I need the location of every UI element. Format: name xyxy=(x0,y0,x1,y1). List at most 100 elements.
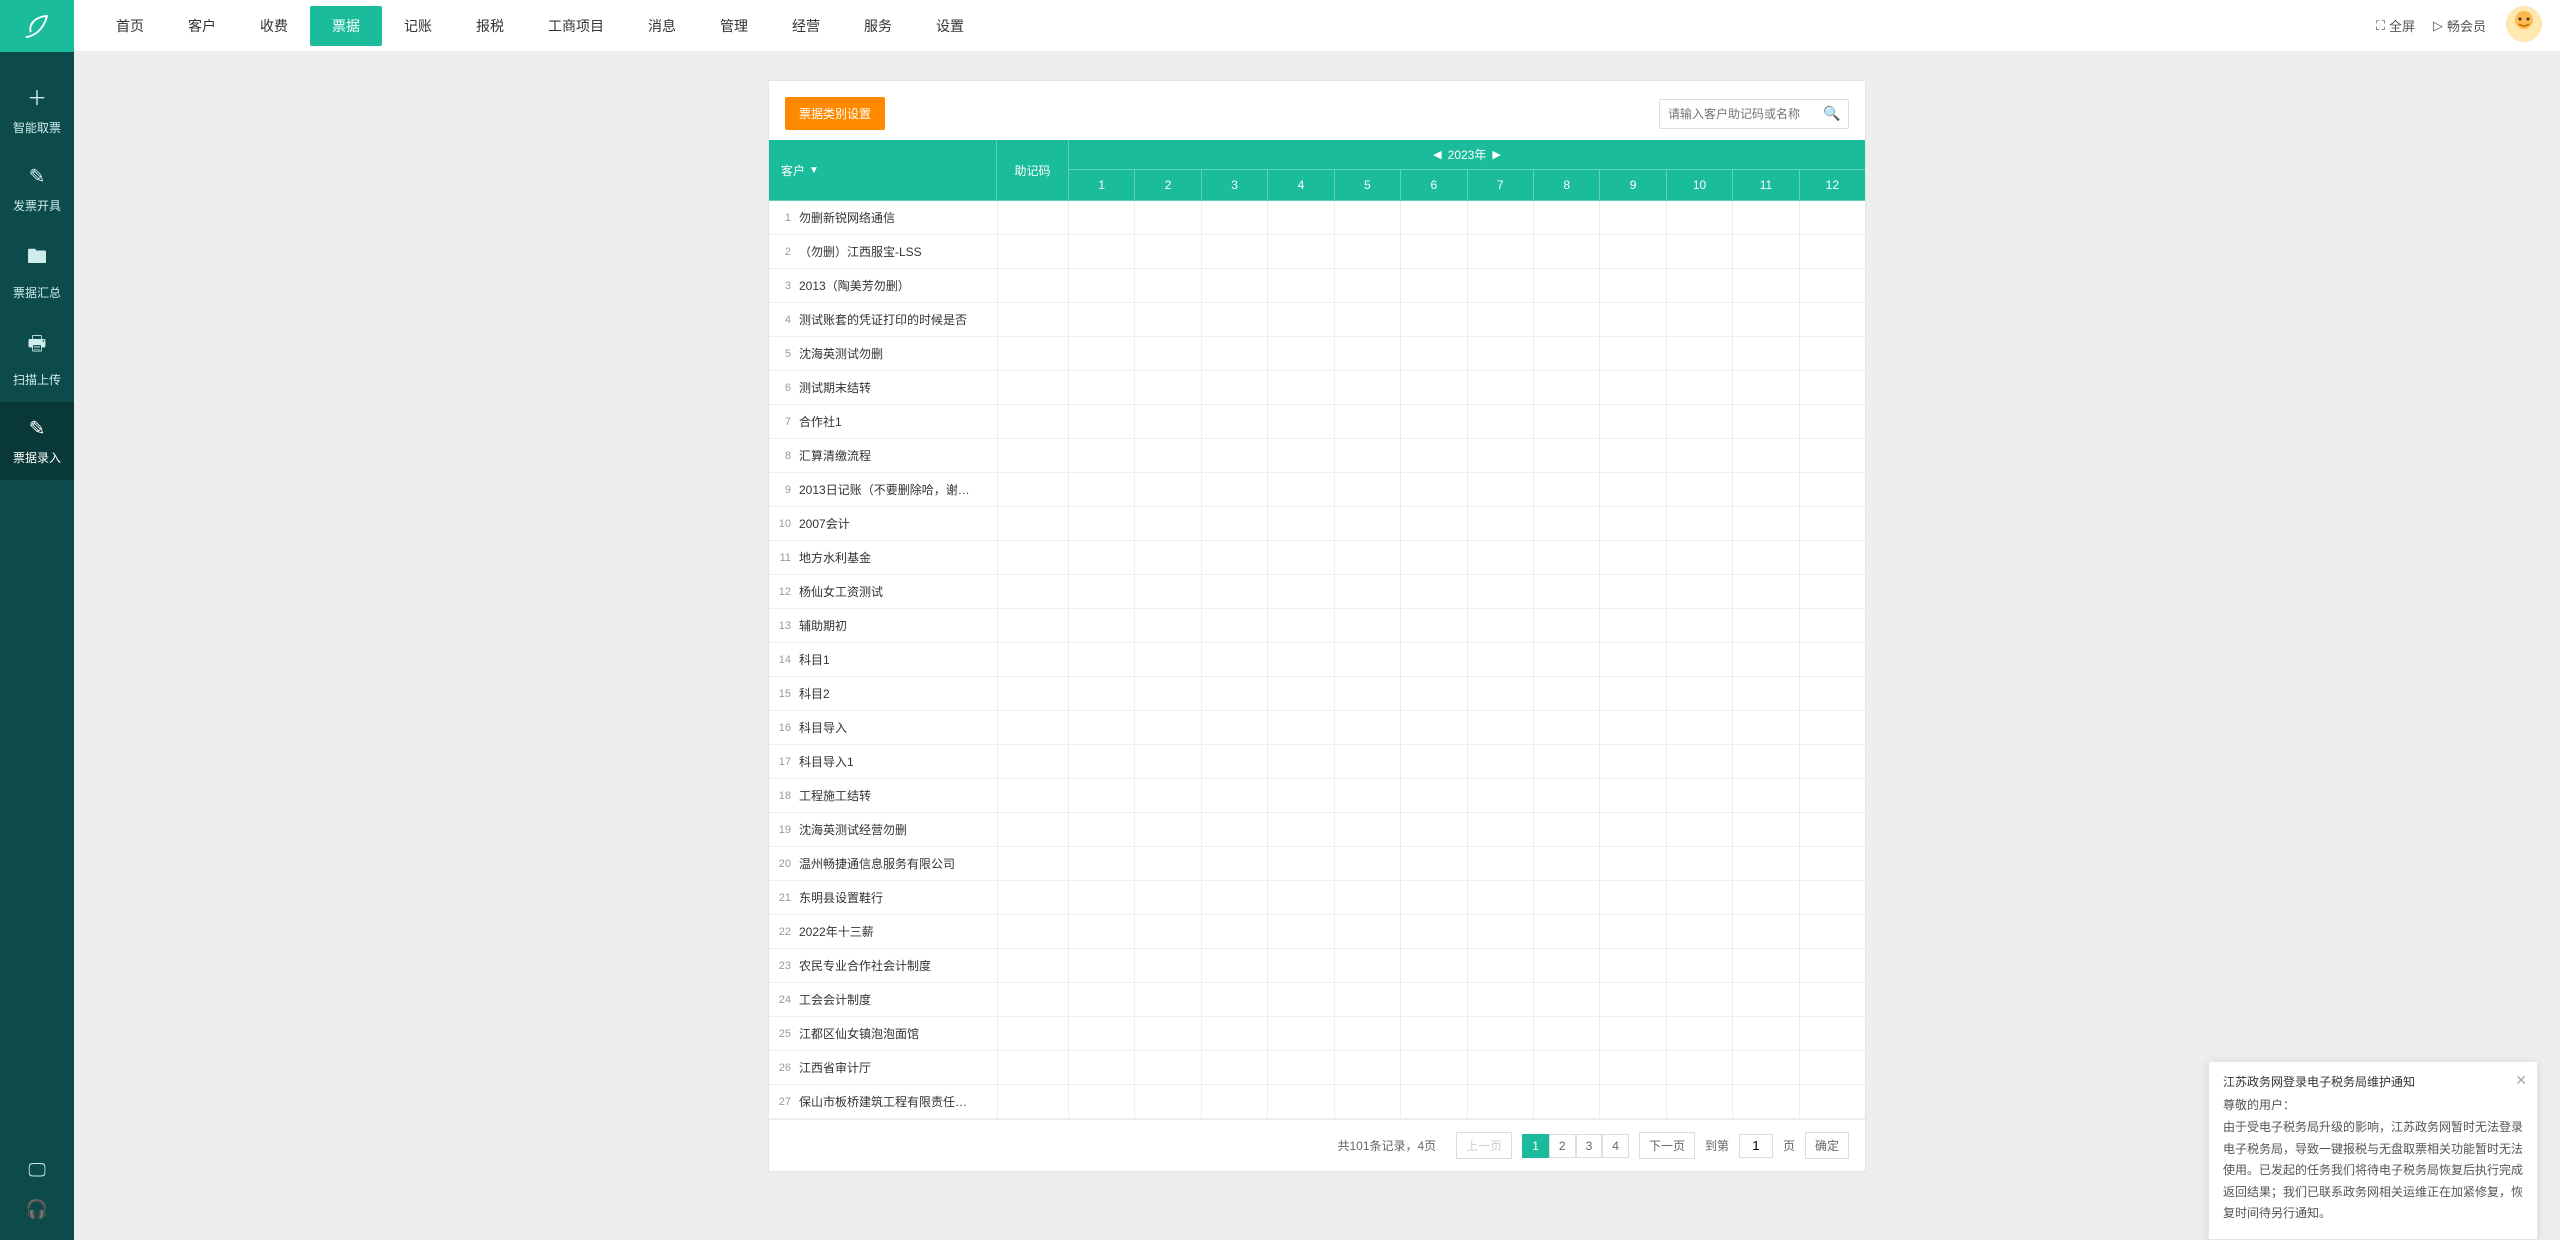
month-cell[interactable] xyxy=(1135,235,1201,268)
month-cell[interactable] xyxy=(1069,575,1135,608)
month-cell[interactable] xyxy=(1600,507,1666,540)
month-cell[interactable] xyxy=(1534,643,1600,676)
month-cell[interactable] xyxy=(1800,949,1865,982)
avatar[interactable] xyxy=(2504,4,2544,47)
month-cell[interactable] xyxy=(1534,371,1600,404)
month-cell[interactable] xyxy=(1468,337,1534,370)
month-cell[interactable] xyxy=(1534,949,1600,982)
month-cell[interactable] xyxy=(1268,1051,1334,1084)
month-cell[interactable] xyxy=(1667,711,1733,744)
month-cell[interactable] xyxy=(1667,473,1733,506)
month-cell[interactable] xyxy=(1733,711,1799,744)
month-cell[interactable] xyxy=(1468,473,1534,506)
month-cell[interactable] xyxy=(1135,337,1201,370)
customer-name-cell[interactable]: 测试账套的凭证打印的时候是否 xyxy=(795,311,997,328)
month-cell[interactable] xyxy=(1733,1085,1799,1118)
month-cell[interactable] xyxy=(1069,201,1135,234)
month-cell[interactable] xyxy=(1534,303,1600,336)
month-cell[interactable] xyxy=(1202,473,1268,506)
month-cell[interactable] xyxy=(1202,779,1268,812)
month-cell[interactable] xyxy=(1069,983,1135,1016)
month-cell[interactable] xyxy=(1733,779,1799,812)
nav-item-0[interactable]: 首页 xyxy=(94,6,166,46)
month-cell[interactable] xyxy=(1534,677,1600,710)
month-cell[interactable] xyxy=(1069,711,1135,744)
month-cell[interactable] xyxy=(1135,303,1201,336)
month-cell[interactable] xyxy=(1600,915,1666,948)
month-cell[interactable] xyxy=(1202,813,1268,846)
month-cell[interactable] xyxy=(1268,643,1334,676)
month-cell[interactable] xyxy=(1335,643,1401,676)
month-cell[interactable] xyxy=(1600,201,1666,234)
month-cell[interactable] xyxy=(1534,337,1600,370)
month-cell[interactable] xyxy=(1335,371,1401,404)
month-cell[interactable] xyxy=(1335,677,1401,710)
nav-item-11[interactable]: 设置 xyxy=(914,6,986,46)
month-cell[interactable] xyxy=(1667,541,1733,574)
page-next-button[interactable]: 下一页 xyxy=(1639,1132,1695,1159)
month-cell[interactable] xyxy=(1468,541,1534,574)
monitor-icon[interactable]: 🖵 xyxy=(28,1160,45,1181)
month-cell[interactable] xyxy=(1600,677,1666,710)
month-cell[interactable] xyxy=(1733,405,1799,438)
month-col-11[interactable]: 11 xyxy=(1733,170,1799,200)
page-number-3[interactable]: 3 xyxy=(1576,1134,1603,1158)
month-cell[interactable] xyxy=(1600,473,1666,506)
month-cell[interactable] xyxy=(1135,473,1201,506)
month-cell[interactable] xyxy=(1069,439,1135,472)
month-cell[interactable] xyxy=(1468,813,1534,846)
month-cell[interactable] xyxy=(1733,643,1799,676)
page-number-4[interactable]: 4 xyxy=(1602,1134,1629,1158)
month-cell[interactable] xyxy=(1335,235,1401,268)
month-cell[interactable] xyxy=(1202,745,1268,778)
month-cell[interactable] xyxy=(1667,201,1733,234)
month-cell[interactable] xyxy=(1800,847,1865,880)
month-cell[interactable] xyxy=(1534,575,1600,608)
month-cell[interactable] xyxy=(1202,235,1268,268)
month-cell[interactable] xyxy=(1800,541,1865,574)
month-col-1[interactable]: 1 xyxy=(1069,170,1135,200)
month-cell[interactable] xyxy=(1069,643,1135,676)
month-cell[interactable] xyxy=(1733,1051,1799,1084)
month-cell[interactable] xyxy=(1800,643,1865,676)
month-col-10[interactable]: 10 xyxy=(1667,170,1733,200)
customer-name-cell[interactable]: 2022年十三薪 xyxy=(795,923,997,940)
month-cell[interactable] xyxy=(1733,269,1799,302)
month-cell[interactable] xyxy=(1800,609,1865,642)
month-cell[interactable] xyxy=(1667,507,1733,540)
month-cell[interactable] xyxy=(1268,1085,1334,1118)
month-cell[interactable] xyxy=(1733,201,1799,234)
month-cell[interactable] xyxy=(1135,1085,1201,1118)
month-cell[interactable] xyxy=(1202,881,1268,914)
customer-name-cell[interactable]: 江西省审计厅 xyxy=(795,1059,997,1076)
month-cell[interactable] xyxy=(1534,201,1600,234)
nav-item-6[interactable]: 工商项目 xyxy=(526,6,626,46)
month-cell[interactable] xyxy=(1667,881,1733,914)
month-cell[interactable] xyxy=(1401,337,1467,370)
month-cell[interactable] xyxy=(1800,881,1865,914)
month-cell[interactable] xyxy=(1800,677,1865,710)
month-cell[interactable] xyxy=(1335,405,1401,438)
month-cell[interactable] xyxy=(1667,1051,1733,1084)
month-cell[interactable] xyxy=(1800,405,1865,438)
month-cell[interactable] xyxy=(1268,881,1334,914)
month-col-4[interactable]: 4 xyxy=(1268,170,1334,200)
month-cell[interactable] xyxy=(1534,235,1600,268)
month-cell[interactable] xyxy=(1800,813,1865,846)
month-cell[interactable] xyxy=(1268,983,1334,1016)
month-cell[interactable] xyxy=(1534,1017,1600,1050)
month-cell[interactable] xyxy=(1733,371,1799,404)
sidebar-item-0[interactable]: ＋智能取票 xyxy=(0,68,74,150)
page-prev-button[interactable]: 上一页 xyxy=(1456,1132,1512,1159)
month-cell[interactable] xyxy=(1335,915,1401,948)
month-cell[interactable] xyxy=(1600,371,1666,404)
month-cell[interactable] xyxy=(1468,1085,1534,1118)
month-cell[interactable] xyxy=(1069,473,1135,506)
month-cell[interactable] xyxy=(1800,983,1865,1016)
month-cell[interactable] xyxy=(1800,337,1865,370)
month-cell[interactable] xyxy=(1534,405,1600,438)
month-cell[interactable] xyxy=(1600,337,1666,370)
year-prev-icon[interactable]: ◀ xyxy=(1433,148,1441,161)
month-cell[interactable] xyxy=(1667,609,1733,642)
month-cell[interactable] xyxy=(1401,201,1467,234)
